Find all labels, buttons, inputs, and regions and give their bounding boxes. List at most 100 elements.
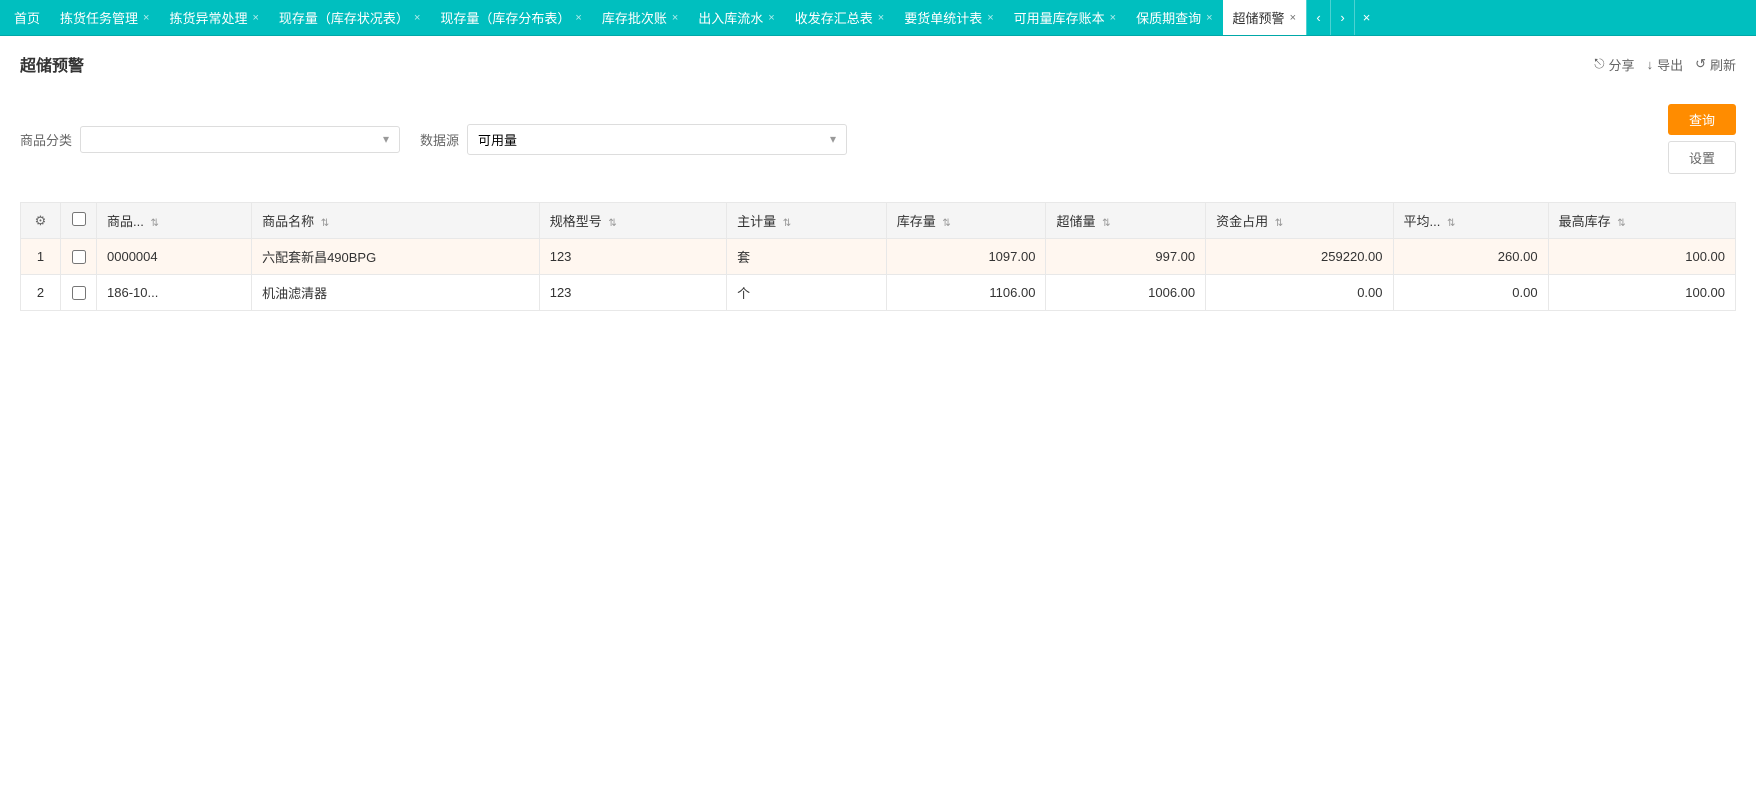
close-nav-2[interactable]: × bbox=[252, 12, 258, 24]
datasource-select-value: 可用量 bbox=[478, 130, 517, 149]
nav-inout-flow[interactable]: 出入库流水× bbox=[688, 0, 784, 36]
row-1-unit: 套 bbox=[727, 239, 887, 275]
export-icon: ↓ bbox=[1647, 57, 1654, 72]
header-actions: ⎋ 分享 ↓ 导出 ↺ 刷新 bbox=[1594, 55, 1736, 74]
refresh-button[interactable]: ↺ 刷新 bbox=[1695, 55, 1736, 74]
row-2-unit: 个 bbox=[727, 275, 887, 311]
datasource-chevron-icon: ▾ bbox=[830, 132, 836, 146]
col-header-settings: ⚙ bbox=[21, 203, 61, 239]
col-header-product-code: 商品... ⇅ bbox=[97, 203, 252, 239]
filter-actions: 查询 设置 bbox=[1668, 104, 1736, 174]
close-nav-11[interactable]: × bbox=[1290, 12, 1296, 24]
top-navigation: 首页 拣货任务管理× 拣货异常处理× 现存量（库存状况表）× 现存量（库存分布表… bbox=[0, 0, 1756, 36]
sort-unit-icon[interactable]: ⇅ bbox=[783, 218, 791, 229]
sort-product-code-icon[interactable]: ⇅ bbox=[150, 218, 158, 229]
share-icon: ⎋ bbox=[1594, 56, 1604, 72]
row-1-product-code: 0000004 bbox=[97, 239, 252, 275]
category-chevron-icon: ▾ bbox=[383, 132, 389, 146]
page-header: 超储预警 ⎋ 分享 ↓ 导出 ↺ 刷新 bbox=[20, 52, 1736, 76]
sort-stock-icon[interactable]: ⇅ bbox=[942, 218, 950, 229]
row-2-max-stock: 100.00 bbox=[1548, 275, 1735, 311]
datasource-select[interactable]: 可用量 ▾ bbox=[467, 124, 847, 155]
sort-overstock-icon[interactable]: ⇅ bbox=[1102, 218, 1110, 229]
table-row: 1 0000004 六配套新昌490BPG 123 套 1097.00 997.… bbox=[21, 239, 1736, 275]
nav-prev-arrow[interactable]: ‹ bbox=[1306, 0, 1330, 36]
sort-product-name-icon[interactable]: ⇅ bbox=[321, 218, 329, 229]
page-title: 超储预警 bbox=[20, 52, 84, 76]
category-label: 商品分类 bbox=[20, 130, 72, 149]
nav-home[interactable]: 首页 bbox=[4, 0, 50, 36]
row-1-max-stock: 100.00 bbox=[1548, 239, 1735, 275]
filter-bar: 商品分类 ▾ 数据源 可用量 ▾ 查询 设置 bbox=[20, 92, 1736, 186]
category-filter: 商品分类 ▾ bbox=[20, 126, 400, 153]
select-all-checkbox[interactable] bbox=[72, 212, 86, 226]
nav-stock-dist[interactable]: 现存量（库存分布表）× bbox=[430, 0, 591, 36]
close-nav-7[interactable]: × bbox=[878, 12, 884, 24]
nav-more-arrow[interactable]: × bbox=[1354, 0, 1378, 36]
row-1-overstock: 997.00 bbox=[1046, 239, 1206, 275]
query-button[interactable]: 查询 bbox=[1668, 104, 1736, 135]
sort-avg-price-icon[interactable]: ⇅ bbox=[1447, 218, 1455, 229]
row-2-spec: 123 bbox=[539, 275, 726, 311]
nav-pick-task[interactable]: 拣货任务管理× bbox=[50, 0, 159, 36]
row-num-2: 2 bbox=[21, 275, 61, 311]
close-nav-9[interactable]: × bbox=[1110, 12, 1116, 24]
share-button[interactable]: ⎋ 分享 bbox=[1594, 55, 1634, 74]
close-nav-3[interactable]: × bbox=[414, 12, 420, 24]
nav-summary[interactable]: 收发存汇总表× bbox=[785, 0, 894, 36]
row-2-overstock: 1006.00 bbox=[1046, 275, 1206, 311]
col-header-unit: 主计量 ⇅ bbox=[727, 203, 887, 239]
col-header-stock: 库存量 ⇅ bbox=[886, 203, 1046, 239]
col-header-spec: 规格型号 ⇅ bbox=[539, 203, 726, 239]
col-header-max-stock: 最高库存 ⇅ bbox=[1548, 203, 1735, 239]
table-row: 2 186-10... 机油滤清器 123 个 1106.00 1006.00 … bbox=[21, 275, 1736, 311]
sort-capital-icon[interactable]: ⇅ bbox=[1275, 218, 1283, 229]
nav-available-account[interactable]: 可用量库存账本× bbox=[1004, 0, 1126, 36]
row-2-capital: 0.00 bbox=[1206, 275, 1393, 311]
nav-expiry-query[interactable]: 保质期查询× bbox=[1126, 0, 1222, 36]
col-header-product-name: 商品名称 ⇅ bbox=[252, 203, 540, 239]
table-header-row: ⚙ 商品... ⇅ 商品名称 ⇅ 规格型号 ⇅ 主计量 bbox=[21, 203, 1736, 239]
row-1-avg-price: 260.00 bbox=[1393, 239, 1548, 275]
row-num-1: 1 bbox=[21, 239, 61, 275]
nav-next-arrow[interactable]: › bbox=[1330, 0, 1354, 36]
row-2-product-name: 机油滤清器 bbox=[252, 275, 540, 311]
category-select[interactable]: ▾ bbox=[80, 126, 400, 153]
close-nav-4[interactable]: × bbox=[575, 12, 581, 24]
row-2-stock: 1106.00 bbox=[886, 275, 1046, 311]
datasource-label: 数据源 bbox=[420, 130, 459, 149]
col-header-avg-price: 平均... ⇅ bbox=[1393, 203, 1548, 239]
row-1-stock: 1097.00 bbox=[886, 239, 1046, 275]
row-2-product-code: 186-10... bbox=[97, 275, 252, 311]
nav-order-stats[interactable]: 要货单统计表× bbox=[894, 0, 1003, 36]
col-header-overstock: 超储量 ⇅ bbox=[1046, 203, 1206, 239]
row-2-avg-price: 0.00 bbox=[1393, 275, 1548, 311]
settings-button[interactable]: 设置 bbox=[1668, 141, 1736, 174]
export-button[interactable]: ↓ 导出 bbox=[1647, 55, 1684, 74]
row-2-checkbox[interactable] bbox=[72, 286, 86, 300]
close-nav-1[interactable]: × bbox=[143, 12, 149, 24]
row-check-2 bbox=[61, 275, 97, 311]
nav-stock-status[interactable]: 现存量（库存状况表）× bbox=[269, 0, 430, 36]
row-check-1 bbox=[61, 239, 97, 275]
refresh-icon: ↺ bbox=[1695, 56, 1706, 72]
datasource-filter: 数据源 可用量 ▾ bbox=[420, 124, 847, 155]
sort-max-stock-icon[interactable]: ⇅ bbox=[1617, 218, 1625, 229]
row-1-capital: 259220.00 bbox=[1206, 239, 1393, 275]
close-nav-8[interactable]: × bbox=[987, 12, 993, 24]
col-header-check bbox=[61, 203, 97, 239]
row-1-checkbox[interactable] bbox=[72, 250, 86, 264]
data-table: ⚙ 商品... ⇅ 商品名称 ⇅ 规格型号 ⇅ 主计量 bbox=[20, 202, 1736, 311]
row-1-spec: 123 bbox=[539, 239, 726, 275]
close-nav-6[interactable]: × bbox=[768, 12, 774, 24]
row-1-product-name: 六配套新昌490BPG bbox=[252, 239, 540, 275]
category-select-value bbox=[91, 132, 95, 147]
nav-batch-account[interactable]: 库存批次账× bbox=[592, 0, 688, 36]
gear-icon[interactable]: ⚙ bbox=[35, 213, 47, 229]
close-nav-10[interactable]: × bbox=[1206, 12, 1212, 24]
sort-spec-icon[interactable]: ⇅ bbox=[608, 218, 616, 229]
nav-overstock-warning[interactable]: 超储预警× bbox=[1223, 0, 1306, 36]
col-header-capital: 资金占用 ⇅ bbox=[1206, 203, 1393, 239]
nav-pick-exception[interactable]: 拣货异常处理× bbox=[159, 0, 268, 36]
close-nav-5[interactable]: × bbox=[672, 12, 678, 24]
